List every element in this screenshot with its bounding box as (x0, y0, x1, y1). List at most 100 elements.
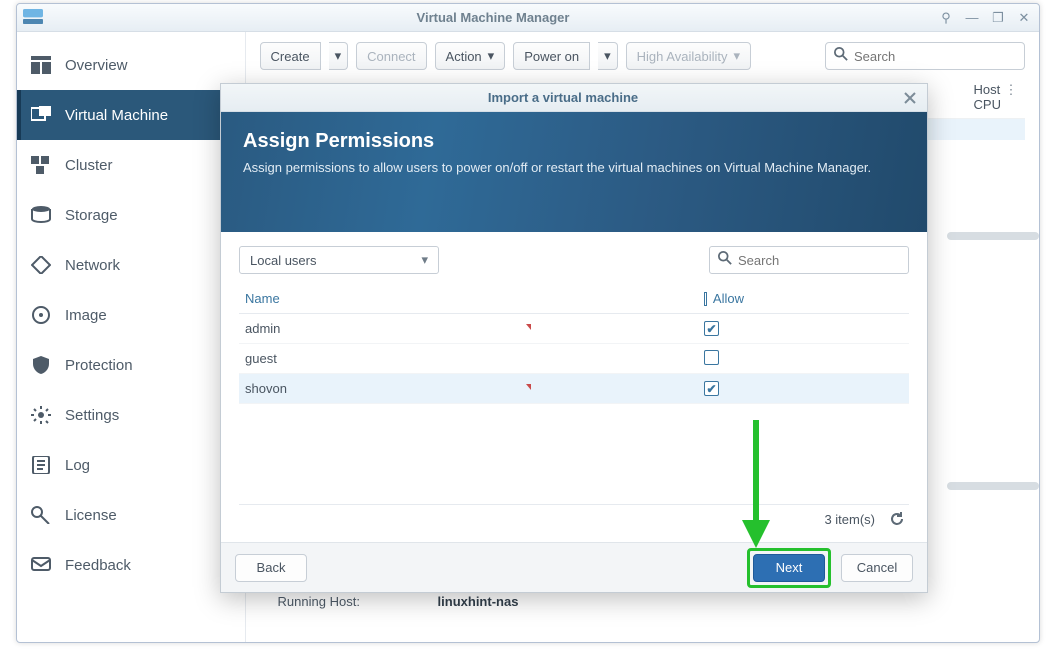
sort-indicator-icon (526, 384, 531, 390)
dialog-close-button[interactable] (899, 89, 921, 107)
item-count-bar: 3 item(s) (239, 504, 909, 533)
permissions-table: Name Allow admin guest (239, 284, 909, 404)
sidebar-item-license[interactable]: License (17, 490, 245, 540)
cluster-icon (31, 156, 51, 174)
sidebar-item-feedback[interactable]: Feedback (17, 540, 245, 590)
settings-icon (31, 406, 51, 424)
col-cpu[interactable]: Host CPU (974, 82, 1001, 112)
scrollbar[interactable] (947, 232, 1039, 240)
sidebar-item-label: Network (65, 257, 120, 274)
toolbar: Create ▾ Connect Action ▾ Power on ▾ High… (260, 42, 1025, 70)
vm-icon (31, 106, 51, 124)
close-button[interactable]: ✕ (1013, 9, 1035, 27)
sidebar-item-label: Overview (65, 57, 128, 74)
toolbar-search-input[interactable] (854, 49, 1030, 64)
username: guest (239, 351, 539, 366)
sidebar-item-protection[interactable]: Protection (17, 340, 245, 390)
item-count: 3 item(s) (824, 512, 875, 527)
scrollbar[interactable] (947, 482, 1039, 490)
sidebar-item-storage[interactable]: Storage (17, 190, 245, 240)
sidebar-item-label: Storage (65, 207, 118, 224)
sidebar-item-cluster[interactable]: Cluster (17, 140, 245, 190)
app-icon (23, 9, 43, 27)
sidebar-item-label: Cluster (65, 157, 113, 174)
connect-button[interactable]: Connect (356, 42, 426, 70)
permission-row-admin[interactable]: admin (239, 314, 909, 344)
pin-button[interactable]: ⚲ (935, 9, 957, 27)
storage-icon (31, 206, 51, 224)
refresh-button[interactable] (889, 511, 905, 527)
connect-label: Connect (367, 49, 415, 64)
allow-checkbox[interactable] (704, 381, 719, 396)
search-icon (718, 251, 732, 270)
titlebar: Virtual Machine Manager ⚲ — ❐ ✕ (17, 4, 1039, 32)
ha-button[interactable]: High Availability ▾ (626, 42, 751, 70)
create-button[interactable]: Create (260, 42, 321, 70)
sidebar-item-label: Log (65, 457, 90, 474)
sidebar-item-settings[interactable]: Settings (17, 390, 245, 440)
cancel-label: Cancel (857, 560, 897, 575)
tristate-checkbox-icon[interactable] (704, 292, 707, 306)
col-allow[interactable]: Allow (704, 291, 744, 306)
next-button[interactable]: Next (753, 554, 825, 582)
chevron-down-icon: ▾ (488, 48, 495, 64)
overview-icon (31, 56, 51, 74)
network-icon (31, 256, 51, 274)
sidebar-item-label: Virtual Machine (65, 107, 168, 124)
create-dropdown[interactable]: ▾ (329, 42, 349, 70)
username: shovon (239, 381, 539, 396)
sidebar-item-label: Feedback (65, 557, 131, 574)
dialog-footer: Back Next Cancel (221, 542, 927, 592)
chevron-down-icon: ▾ (604, 48, 611, 64)
sidebar-item-label: Protection (65, 357, 133, 374)
protection-icon (31, 356, 51, 374)
sidebar-item-overview[interactable]: Overview (17, 40, 245, 90)
allow-checkbox[interactable] (704, 350, 719, 365)
action-label: Action (446, 49, 482, 64)
chevron-down-icon: ▾ (335, 48, 342, 64)
banner-text: Assign permissions to allow users to pow… (243, 159, 905, 177)
toolbar-search[interactable] (825, 42, 1025, 70)
action-button[interactable]: Action ▾ (435, 42, 506, 70)
back-button[interactable]: Back (235, 554, 307, 582)
next-button-highlight: Next (747, 548, 831, 588)
permission-row-shovon[interactable]: shovon (239, 374, 909, 404)
cancel-button[interactable]: Cancel (841, 554, 913, 582)
permissions-search[interactable] (709, 246, 909, 274)
col-name[interactable]: Name (239, 291, 539, 306)
import-vm-dialog: Import a virtual machine Assign Permissi… (220, 83, 928, 593)
sidebar: Overview Virtual Machine Cluster Storage… (17, 32, 246, 642)
detail-host-value: linuxhint-nas (438, 594, 519, 609)
permission-row-guest[interactable]: guest (239, 344, 909, 374)
minimize-button[interactable]: — (961, 9, 983, 27)
poweron-dropdown[interactable]: ▾ (598, 42, 618, 70)
col-allow-label: Allow (713, 291, 744, 306)
poweron-label: Power on (524, 49, 579, 64)
sidebar-item-image[interactable]: Image (17, 290, 245, 340)
license-icon (31, 506, 51, 524)
next-label: Next (776, 560, 803, 575)
banner-title: Assign Permissions (243, 130, 905, 153)
sidebar-item-log[interactable]: Log (17, 440, 245, 490)
permissions-search-input[interactable] (738, 253, 914, 268)
search-icon (834, 47, 848, 66)
sidebar-item-network[interactable]: Network (17, 240, 245, 290)
sidebar-item-label: Image (65, 307, 107, 324)
scope-dropdown[interactable]: Local users ▾ (239, 246, 439, 274)
feedback-icon (31, 556, 51, 574)
dialog-titlebar: Import a virtual machine (221, 84, 927, 112)
back-label: Back (257, 560, 286, 575)
allow-checkbox[interactable] (704, 321, 719, 336)
ha-label: High Availability (637, 49, 728, 64)
window-title: Virtual Machine Manager (51, 10, 935, 25)
create-label: Create (271, 49, 310, 64)
maximize-button[interactable]: ❐ (987, 9, 1009, 27)
sidebar-item-label: Settings (65, 407, 119, 424)
chevron-down-icon: ▾ (733, 48, 740, 64)
sidebar-item-virtual-machine[interactable]: Virtual Machine (17, 90, 245, 140)
column-menu[interactable]: ⋮ (1001, 82, 1021, 112)
sort-indicator-icon (526, 324, 531, 330)
dialog-body: Local users ▾ Name Allow admin (221, 232, 927, 533)
detail-host-label: Running Host: (278, 594, 438, 609)
poweron-button[interactable]: Power on (513, 42, 590, 70)
